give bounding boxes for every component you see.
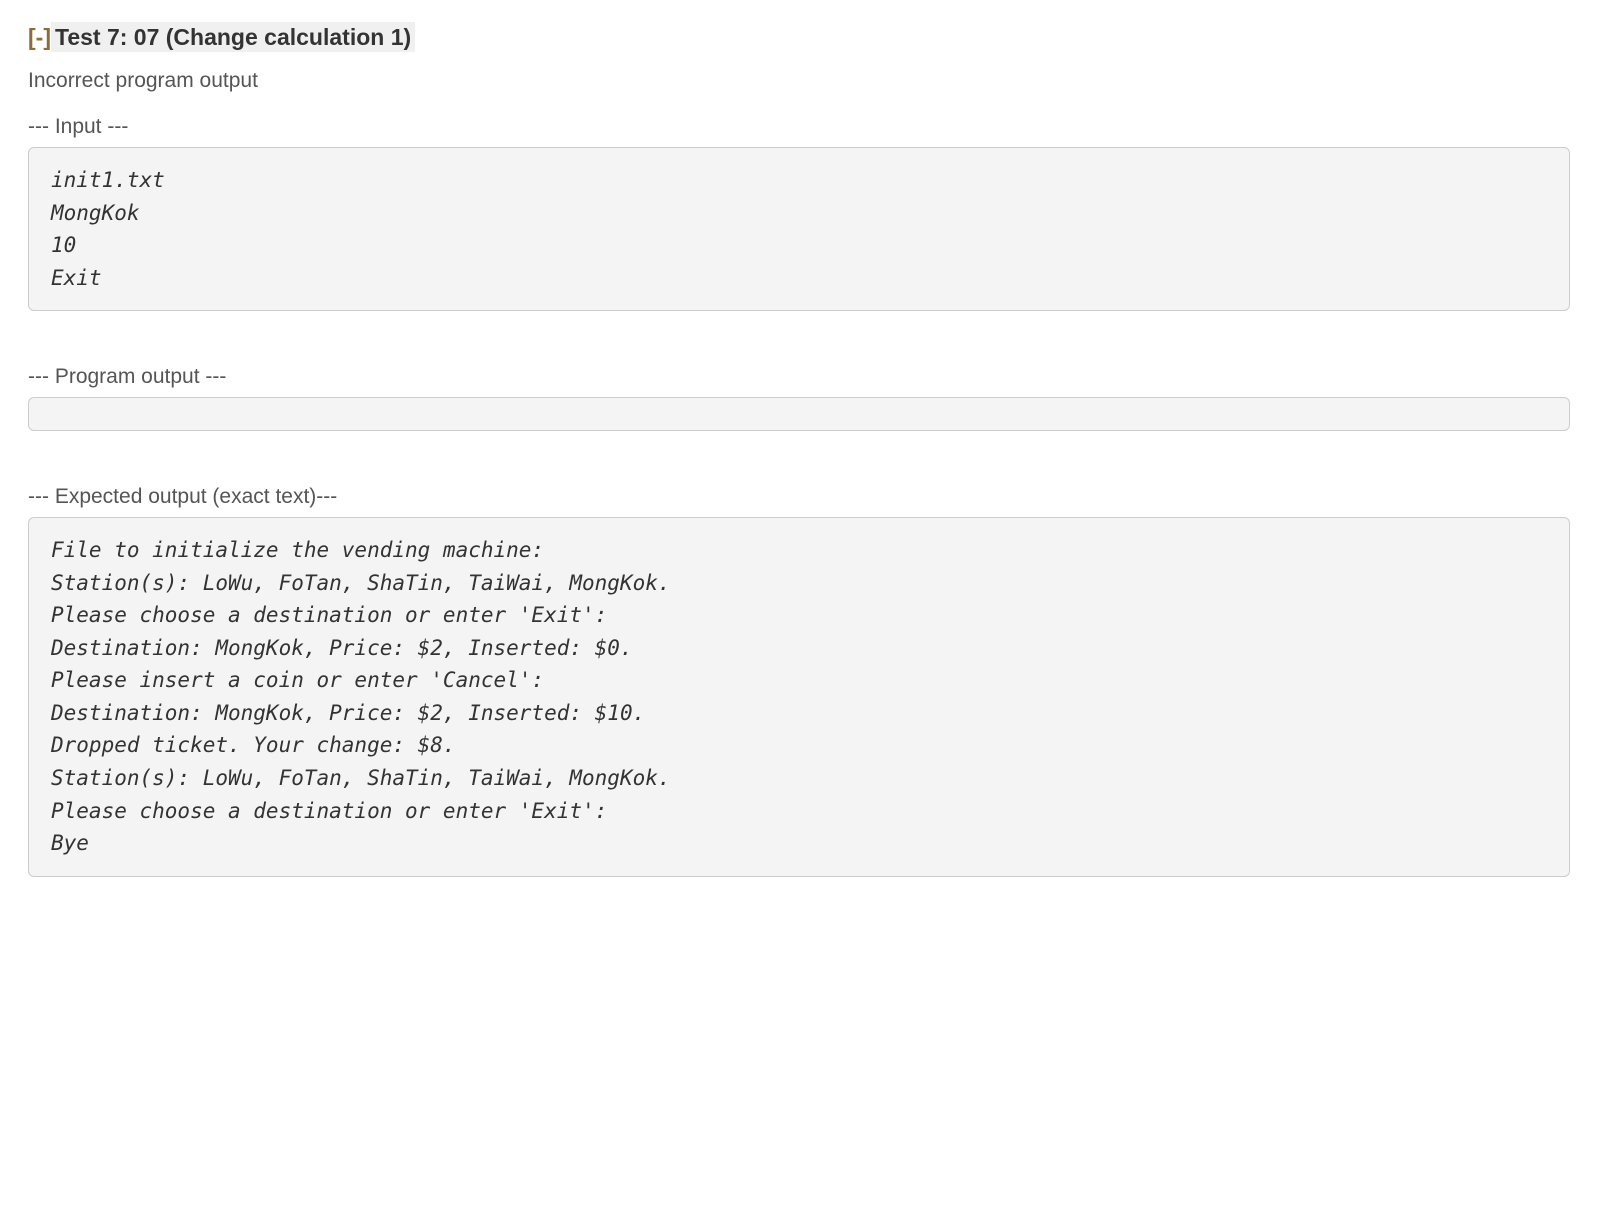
section-label-input: --- Input --- [28, 115, 1570, 139]
section-label-program-output: --- Program output --- [28, 365, 1570, 389]
heading-line: [-]Test 7: 07 (Change calculation 1) [28, 24, 1570, 51]
test-title: Test 7: 07 (Change calculation 1) [51, 22, 415, 52]
result-status: Incorrect program output [28, 69, 1570, 93]
expected-output-box: File to initialize the vending machine: … [28, 517, 1570, 876]
test-result-block: [-]Test 7: 07 (Change calculation 1) Inc… [0, 0, 1598, 901]
program-output-box [28, 397, 1570, 431]
section-label-expected-output: --- Expected output (exact text)--- [28, 485, 1570, 509]
input-box: init1.txt MongKok 10 Exit [28, 147, 1570, 311]
collapse-toggle[interactable]: [-] [28, 24, 51, 50]
